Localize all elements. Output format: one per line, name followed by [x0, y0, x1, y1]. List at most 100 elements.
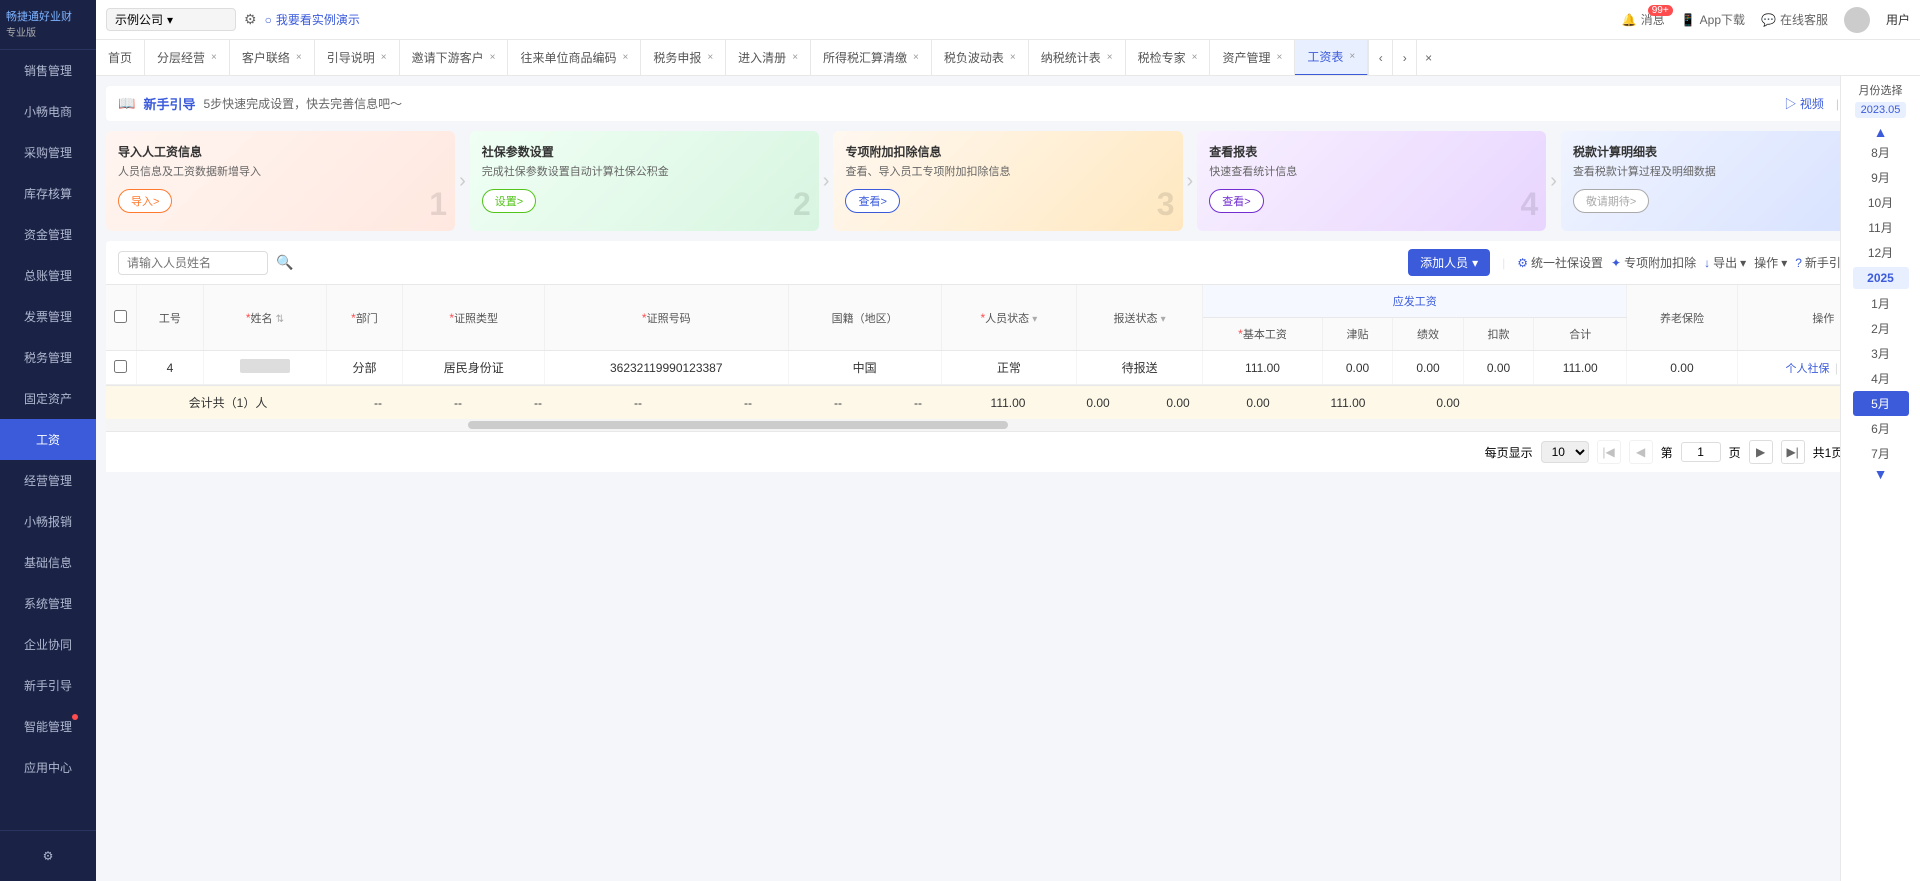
tab-code[interactable]: 往来单位商品编码×	[508, 40, 641, 76]
first-page-btn[interactable]: |◀	[1597, 440, 1621, 464]
footer-dash-2: --	[418, 396, 498, 410]
sidebar-item-ledger[interactable]: 总账管理	[0, 255, 96, 296]
month-5[interactable]: 5月	[1853, 391, 1909, 416]
step-2-btn[interactable]: 设置>	[482, 189, 536, 213]
message-btn[interactable]: 🔔 消息 99+	[1622, 11, 1665, 28]
month-12[interactable]: 12月	[1853, 240, 1909, 265]
tab-home[interactable]: 首页	[96, 40, 145, 76]
tab-next-btn[interactable]: ›	[1392, 40, 1416, 76]
sidebar-item-ai[interactable]: 智能管理	[0, 706, 96, 747]
row-checkbox[interactable]	[114, 360, 127, 373]
tab-register[interactable]: 进入清册×	[726, 40, 811, 76]
username[interactable]: 用户	[1886, 11, 1910, 28]
sidebar-item-purchase[interactable]: 采购管理	[0, 132, 96, 173]
month-3[interactable]: 3月	[1853, 341, 1909, 366]
export-btn[interactable]: ↓ 导出 ▾	[1704, 254, 1746, 271]
month-11[interactable]: 11月	[1853, 215, 1909, 240]
sidebar-item-inventory[interactable]: 库存核算	[0, 173, 96, 214]
tab-close-taxexpert[interactable]: ×	[1192, 52, 1198, 63]
month-6[interactable]: 6月	[1853, 416, 1909, 441]
tab-incometax[interactable]: 所得税汇算清缴×	[811, 40, 932, 76]
scrollbar-thumb[interactable]	[468, 421, 1008, 429]
sidebar-item-ecommerce[interactable]: 小畅电商	[0, 91, 96, 132]
tab-bar: 首页 分层经营× 客户联络× 引导说明× 邀请下游客户× 往来单位商品编码× 税…	[96, 40, 1920, 76]
sidebar-item-system[interactable]: 系统管理	[0, 583, 96, 624]
tab-taxstat[interactable]: 纳税统计表×	[1029, 40, 1126, 76]
last-page-btn[interactable]: ▶|	[1781, 440, 1805, 464]
tab-close-invite[interactable]: ×	[490, 52, 496, 63]
step-4-btn[interactable]: 查看>	[1209, 189, 1263, 213]
tab-close-assets[interactable]: ×	[1276, 52, 1282, 63]
tab-guide[interactable]: 引导说明×	[315, 40, 400, 76]
sidebar-item-basic[interactable]: 基础信息	[0, 542, 96, 583]
sidebar-item-operation[interactable]: 经营管理	[0, 460, 96, 501]
step-1-btn[interactable]: 导入>	[118, 189, 172, 213]
demo-btn[interactable]: ○ 我要看实例演示	[265, 11, 360, 28]
search-button[interactable]: 🔍	[276, 254, 293, 271]
tab-layer[interactable]: 分层经营×	[145, 40, 230, 76]
tab-assets[interactable]: 资产管理×	[1210, 40, 1295, 76]
tab-invite[interactable]: 邀请下游客户×	[400, 40, 509, 76]
tab-payroll[interactable]: 工资表×	[1295, 40, 1368, 76]
cell-deduction: 0.00	[1463, 351, 1534, 385]
sidebar-item-invoice[interactable]: 发票管理	[0, 296, 96, 337]
tab-close-taxstat[interactable]: ×	[1107, 52, 1113, 63]
topbar-gear-icon[interactable]: ⚙	[244, 11, 257, 28]
tab-close-layer[interactable]: ×	[211, 52, 217, 63]
personal-insurance-link[interactable]: 个人社保	[1785, 363, 1829, 375]
tab-taxexpert[interactable]: 税检专家×	[1126, 40, 1211, 76]
month-1[interactable]: 1月	[1853, 291, 1909, 316]
guide-video-link[interactable]: ▷ 视频	[1784, 95, 1823, 112]
tab-prev-btn[interactable]: ‹	[1368, 40, 1392, 76]
month-8[interactable]: 8月	[1853, 140, 1909, 165]
tab-close-register[interactable]: ×	[792, 52, 798, 63]
unified-social-security-btn[interactable]: ⚙ 统一社保设置	[1517, 254, 1603, 271]
page-input[interactable]	[1681, 442, 1721, 462]
sidebar-item-tax[interactable]: 税务管理	[0, 337, 96, 378]
video-icon: ▷	[1784, 97, 1796, 111]
prev-page-btn[interactable]: ◀	[1629, 440, 1653, 464]
sidebar-item-sales[interactable]: 销售管理	[0, 50, 96, 91]
tab-close-taxburden[interactable]: ×	[1010, 52, 1016, 63]
search-input[interactable]	[118, 251, 268, 275]
sidebar-item-finance[interactable]: 资金管理	[0, 214, 96, 255]
tab-close-code[interactable]: ×	[622, 52, 628, 63]
month-4[interactable]: 4月	[1853, 366, 1909, 391]
sidebar-item-payroll[interactable]: 工资	[0, 419, 96, 460]
tab-close-taxreport[interactable]: ×	[707, 52, 713, 63]
th-name: *姓名 ⇅	[204, 285, 326, 351]
special-deduction-btn[interactable]: ✦ 专项附加扣除	[1611, 254, 1696, 271]
tab-close-guide[interactable]: ×	[381, 52, 387, 63]
page-size-select[interactable]: 10 20 50	[1541, 441, 1589, 463]
tab-customer[interactable]: 客户联络×	[230, 40, 315, 76]
tab-close-incometax[interactable]: ×	[913, 52, 919, 63]
settings-icon[interactable]: ⚙	[0, 841, 96, 871]
tab-taxburden[interactable]: 税负波动表×	[932, 40, 1029, 76]
sidebar-item-assets[interactable]: 固定资产	[0, 378, 96, 419]
add-employee-button[interactable]: 添加人员 ▾	[1408, 249, 1490, 276]
month-7[interactable]: 7月	[1853, 441, 1909, 466]
avatar[interactable]	[1844, 7, 1870, 33]
month-down-btn[interactable]: ▼	[1874, 466, 1888, 482]
tab-close-payroll[interactable]: ×	[1349, 51, 1355, 62]
sidebar-item-expense[interactable]: 小畅报销	[0, 501, 96, 542]
step-3-btn[interactable]: 查看>	[845, 189, 899, 213]
tab-close-all-btn[interactable]: ×	[1416, 40, 1440, 76]
th-nation: 国籍（地区）	[788, 285, 941, 351]
month-up-btn[interactable]: ▲	[1874, 124, 1888, 140]
company-selector[interactable]: 示例公司 ▾	[106, 8, 236, 31]
tab-close-customer[interactable]: ×	[296, 52, 302, 63]
horizontal-scrollbar[interactable]	[106, 419, 1910, 431]
app-download-btn[interactable]: 📱 App下载	[1681, 11, 1745, 28]
sidebar-item-guide[interactable]: 新手引导	[0, 665, 96, 706]
sidebar-item-collab[interactable]: 企业协同	[0, 624, 96, 665]
operation-btn[interactable]: 操作 ▾	[1754, 254, 1787, 271]
month-10[interactable]: 10月	[1853, 190, 1909, 215]
month-9[interactable]: 9月	[1853, 165, 1909, 190]
sidebar-item-appstore[interactable]: 应用中心	[0, 747, 96, 788]
select-all-checkbox[interactable]	[114, 310, 127, 323]
next-page-btn[interactable]: ▶	[1749, 440, 1773, 464]
online-service-btn[interactable]: 💬 在线客服	[1761, 11, 1828, 28]
tab-taxreport[interactable]: 税务申报×	[641, 40, 726, 76]
month-2[interactable]: 2月	[1853, 316, 1909, 341]
